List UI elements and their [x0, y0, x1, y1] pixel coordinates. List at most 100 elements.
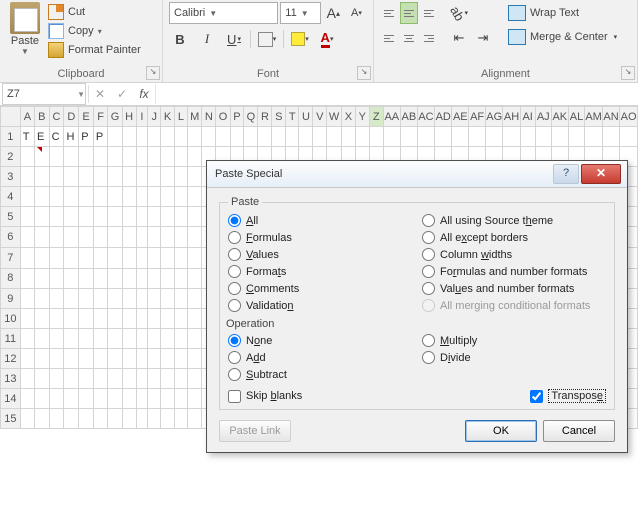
cell[interactable]	[299, 127, 313, 147]
cell[interactable]	[520, 127, 535, 147]
cell[interactable]	[122, 268, 136, 289]
cell[interactable]	[161, 409, 175, 429]
cell[interactable]	[161, 389, 175, 409]
cell[interactable]	[93, 147, 108, 167]
cell[interactable]	[108, 187, 122, 207]
cell[interactable]	[93, 329, 108, 349]
cell[interactable]	[64, 349, 79, 369]
column-header[interactable]: F	[93, 107, 108, 127]
align-center-button[interactable]	[400, 27, 418, 49]
cell[interactable]	[313, 127, 327, 147]
cell[interactable]	[49, 227, 64, 248]
cell[interactable]	[93, 389, 108, 409]
cell[interactable]	[136, 389, 148, 409]
wrap-text-button[interactable]: Wrap Text	[504, 2, 621, 24]
cell[interactable]	[79, 289, 94, 309]
column-header[interactable]: AB	[400, 107, 417, 127]
cell[interactable]	[383, 127, 400, 147]
dialog-launcher-icon[interactable]: ↘	[621, 66, 635, 80]
column-header[interactable]: AN	[602, 107, 619, 127]
cell[interactable]	[503, 127, 520, 147]
cell[interactable]	[79, 147, 94, 167]
cell[interactable]	[49, 289, 64, 309]
cell[interactable]	[148, 247, 161, 268]
cell[interactable]	[187, 389, 201, 409]
cell[interactable]	[452, 127, 469, 147]
help-button[interactable]: ?	[553, 164, 579, 184]
cell[interactable]	[20, 207, 34, 227]
cell[interactable]	[355, 127, 369, 147]
dialog-launcher-icon[interactable]: ↘	[146, 66, 160, 80]
cell[interactable]	[187, 127, 201, 147]
cell[interactable]	[469, 127, 486, 147]
column-header[interactable]: E	[79, 107, 94, 127]
cell[interactable]	[187, 268, 201, 289]
row-header[interactable]: 12	[1, 349, 21, 369]
cell[interactable]	[187, 247, 201, 268]
column-header[interactable]: V	[313, 107, 327, 127]
cell[interactable]	[49, 207, 64, 227]
radio-option[interactable]: Formulas	[228, 231, 412, 244]
insert-function-button[interactable]: fx	[133, 84, 155, 104]
cell[interactable]	[148, 167, 161, 187]
cell[interactable]	[20, 369, 34, 389]
cell[interactable]	[122, 187, 136, 207]
row-header[interactable]: 14	[1, 389, 21, 409]
column-header[interactable]: G	[108, 107, 122, 127]
cell[interactable]	[64, 369, 79, 389]
cell[interactable]	[174, 329, 187, 349]
cell[interactable]	[161, 127, 175, 147]
column-header[interactable]: AH	[503, 107, 520, 127]
column-header[interactable]: AL	[568, 107, 584, 127]
copy-button[interactable]: Copy▾	[48, 23, 141, 39]
cell[interactable]	[64, 147, 79, 167]
cell[interactable]	[272, 127, 286, 147]
cell[interactable]	[93, 268, 108, 289]
cell[interactable]	[174, 409, 187, 429]
cell[interactable]	[136, 268, 148, 289]
cell[interactable]	[79, 268, 94, 289]
italic-button[interactable]: I	[196, 28, 218, 50]
cell[interactable]	[49, 409, 64, 429]
cell[interactable]	[161, 227, 175, 248]
dialog-launcher-icon[interactable]: ↘	[357, 66, 371, 80]
row-header[interactable]: 7	[1, 247, 21, 268]
cell[interactable]	[122, 309, 136, 329]
cell[interactable]	[35, 369, 50, 389]
cell[interactable]	[161, 247, 175, 268]
cell[interactable]	[174, 207, 187, 227]
radio-option[interactable]: Values and number formats	[422, 282, 606, 295]
column-header[interactable]: S	[272, 107, 286, 127]
skip-blanks-checkbox[interactable]: Skip blanks	[228, 390, 302, 403]
cell[interactable]	[64, 409, 79, 429]
cell[interactable]	[122, 409, 136, 429]
radio-option[interactable]: Subtract	[228, 368, 412, 381]
cell[interactable]	[136, 309, 148, 329]
cell[interactable]: C	[49, 127, 64, 147]
cell[interactable]	[187, 289, 201, 309]
cell[interactable]	[136, 207, 148, 227]
cell[interactable]	[79, 309, 94, 329]
cell[interactable]	[148, 127, 161, 147]
cell[interactable]	[148, 389, 161, 409]
row-header[interactable]: 2	[1, 147, 21, 167]
cell[interactable]	[79, 409, 94, 429]
cell[interactable]	[35, 207, 50, 227]
cell[interactable]	[108, 369, 122, 389]
cell[interactable]	[148, 409, 161, 429]
cell[interactable]	[49, 247, 64, 268]
column-header[interactable]: I	[136, 107, 148, 127]
cell[interactable]	[79, 227, 94, 248]
cell[interactable]	[369, 127, 383, 147]
column-header[interactable]: P	[230, 107, 244, 127]
cell[interactable]	[400, 127, 417, 147]
column-header[interactable]: AC	[417, 107, 434, 127]
radio-option[interactable]: Add	[228, 351, 412, 364]
cell[interactable]	[148, 349, 161, 369]
cell[interactable]	[148, 289, 161, 309]
cell[interactable]	[108, 207, 122, 227]
column-header[interactable]: T	[286, 107, 299, 127]
column-header[interactable]: L	[174, 107, 187, 127]
cell[interactable]	[136, 329, 148, 349]
select-all-corner[interactable]	[1, 107, 21, 127]
